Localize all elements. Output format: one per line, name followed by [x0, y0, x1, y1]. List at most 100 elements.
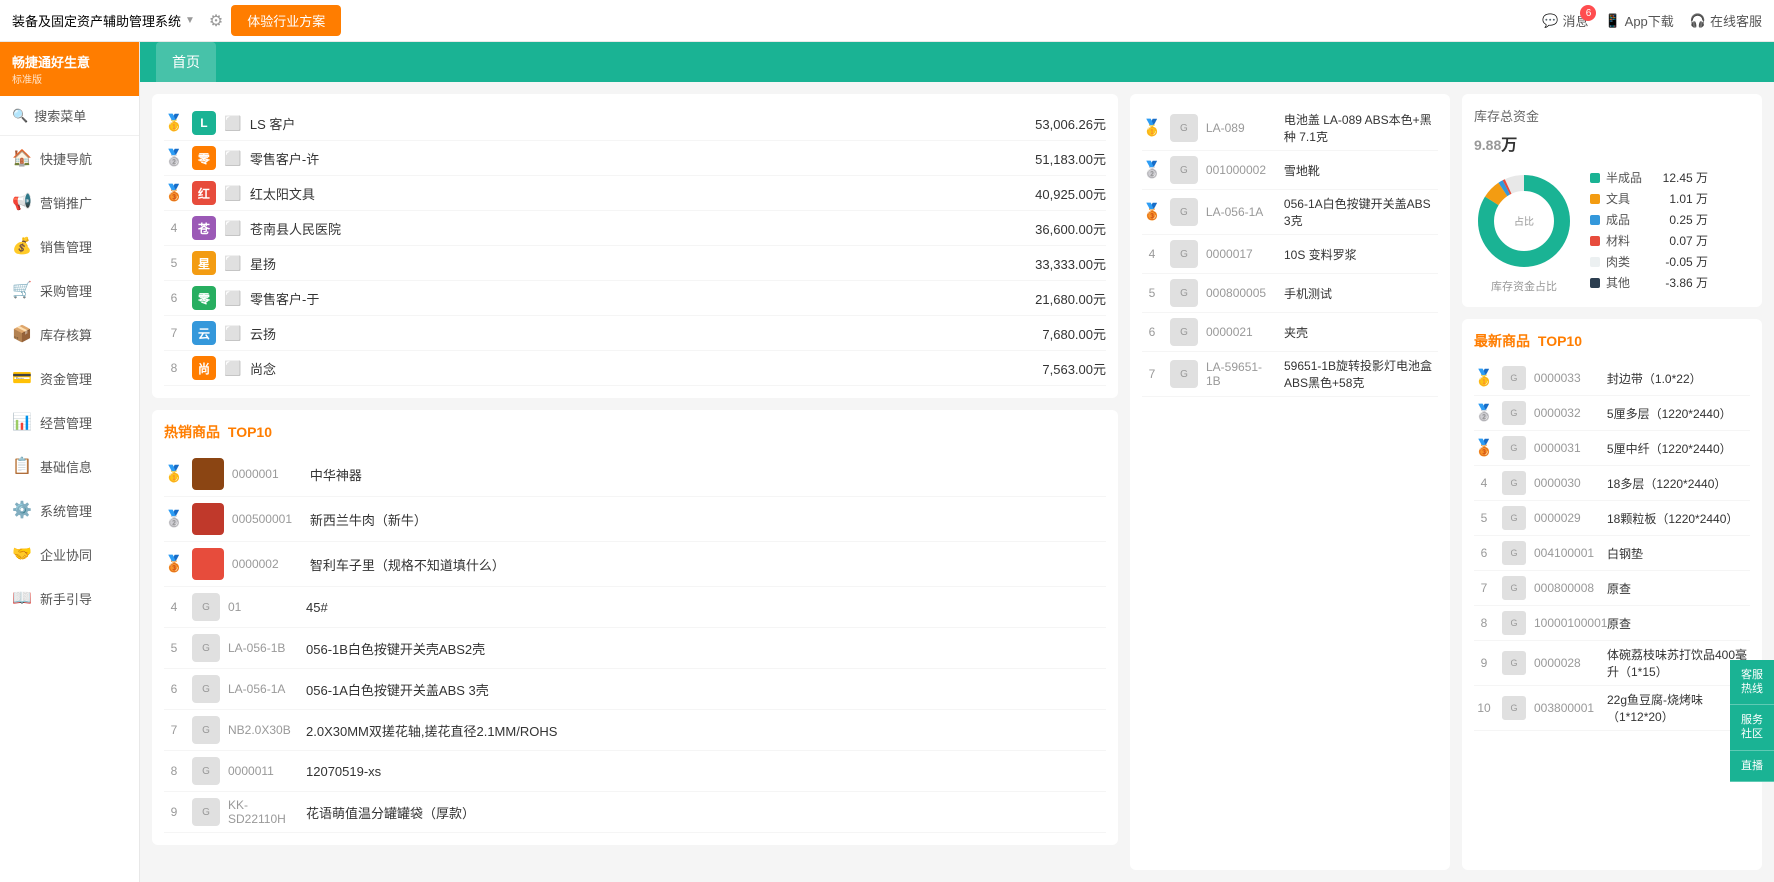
rank-name: 苍南县人民医院 — [250, 219, 1027, 238]
gear-icon[interactable]: ⚙ — [209, 11, 223, 31]
app-download-label: App下载 — [1625, 11, 1674, 30]
sidebar-item-2[interactable]: 💰 销售管理 — [0, 224, 139, 268]
system-title-dropdown[interactable]: 装备及固定资产辅助管理系统 ▼ — [12, 11, 195, 30]
rank-amount: 7,563.00元 — [1042, 359, 1106, 378]
dropdown-arrow-icon: ▼ — [185, 15, 195, 26]
main-nav: 首页 — [140, 42, 1774, 82]
newest-product-name: 18颗粒板（1220*2440） — [1607, 510, 1750, 527]
sidebar-item-6[interactable]: 📊经营管理 — [0, 400, 139, 444]
product-placeholder-icon: G — [192, 798, 220, 826]
legend-item: 其他 -3.86 万 — [1590, 274, 1708, 291]
list-item: 8 G 0000011 12070519-xs — [164, 751, 1106, 792]
list-item: 🥈 G 0000032 5厘多层（1220*2440） — [1474, 396, 1750, 431]
hot-product-code: NB2.0X30B — [228, 723, 298, 737]
sidebar-icon-5: 💳 — [12, 368, 32, 388]
sidebar-item-0[interactable]: 🏠快捷导航 — [0, 136, 139, 180]
hot-product-code: 0000011 — [228, 764, 298, 778]
prod-code: LA-59651-1B — [1206, 360, 1276, 388]
hot-products-table: 🥇 0000001 中华神器 🥈 000500001 新西兰牛肉（新牛） 🥉 0… — [164, 452, 1106, 833]
sidebar: 畅捷通好生意 标准版 🔍 搜索菜单 🏠快捷导航📢营销推广 💰 销售管理 🛒采购管理📦库… — [0, 42, 140, 882]
rank-badge: L — [192, 111, 216, 135]
rank-badge: 云 — [192, 321, 216, 345]
sidebar-item-8[interactable]: ⚙️系统管理 — [0, 488, 139, 532]
topbar: 装备及固定资产辅助管理系统 ▼ ⚙ 体验行业方案 💬 消息 6 📱 App下载 … — [0, 0, 1774, 42]
float-btn-0[interactable]: 客服热线 — [1730, 660, 1774, 706]
medal-silver-icon: 🥈 — [164, 509, 184, 529]
sidebar-item-5[interactable]: 💳资金管理 — [0, 356, 139, 400]
prod-name: 手机测试 — [1284, 285, 1438, 302]
rank-amount: 53,006.26元 — [1035, 114, 1106, 133]
message-icon: 💬 — [1542, 13, 1558, 29]
topbar-left: 装备及固定资产辅助管理系统 ▼ ⚙ 体验行业方案 — [12, 5, 1542, 36]
newest-rank-number: 6 — [1474, 546, 1494, 560]
product-placeholder-icon: G — [192, 593, 220, 621]
list-item: 7 G 000800008 原查 — [1474, 571, 1750, 606]
newest-product-icon: G — [1502, 611, 1526, 635]
sidebar-label-2: 销售管理 — [40, 237, 92, 256]
rank-badge: 零 — [192, 286, 216, 310]
online-service-btn[interactable]: 🎧 在线客服 — [1690, 11, 1762, 30]
product-image — [192, 458, 224, 490]
table-row: 🥉 G LA-056-1A 056-1A白色按键开关盖ABS 3克 — [1142, 190, 1438, 235]
table-row: 6 G 0000021 夹壳 — [1142, 313, 1438, 352]
sidebar-item-1[interactable]: 📢营销推广 — [0, 180, 139, 224]
hot-product-code: LA-056-1A — [228, 682, 298, 696]
hot-product-code: 0000001 — [232, 467, 302, 481]
newest-product-name: 封边带（1.0*22） — [1607, 370, 1750, 387]
rank-product-icon: ⬜ — [224, 325, 242, 342]
rank-number: 5 — [164, 256, 184, 270]
legend-label: 肉类 — [1606, 253, 1642, 270]
sidebar-items: 🏠快捷导航📢营销推广 💰 销售管理 🛒采购管理📦库存核算💳资金管理📊经营管理📋基础信息… — [0, 136, 139, 620]
rank-amount: 33,333.00元 — [1035, 254, 1106, 273]
sidebar-icon-2: 💰 — [12, 236, 32, 256]
newest-title: 最新商品 TOP10 — [1474, 331, 1750, 351]
float-btn-1[interactable]: 服务社区 — [1730, 705, 1774, 751]
sidebar-icon-8: ⚙️ — [12, 500, 32, 520]
newest-product-icon: G — [1502, 436, 1526, 460]
product-placeholder-icon: G — [192, 634, 220, 662]
inventory-title: 库存总资金 — [1474, 106, 1750, 125]
messages-badge-btn[interactable]: 💬 消息 6 — [1542, 11, 1588, 30]
list-item: 🥉 G 0000031 5厘中纤（1220*2440） — [1474, 431, 1750, 466]
sidebar-item-10[interactable]: 📖新手引导 — [0, 576, 139, 620]
search-menu-btn[interactable]: 🔍 搜索菜单 — [0, 96, 139, 136]
system-title: 装备及固定资产辅助管理系统 — [12, 11, 181, 30]
product-icon: G — [1170, 318, 1198, 346]
hot-products-title: 热销商品 TOP10 — [164, 422, 1106, 442]
sidebar-item-7[interactable]: 📋基础信息 — [0, 444, 139, 488]
rank-badge: 红 — [192, 181, 216, 205]
newest-product-name: 18多层（1220*2440） — [1607, 475, 1750, 492]
product-icon: G — [1170, 198, 1198, 226]
prod-code: LA-056-1A — [1206, 205, 1276, 219]
newest-product-name: 22g鱼豆腐-烧烤味（1*12*20） — [1607, 691, 1750, 725]
hot-product-code: LA-056-1B — [228, 641, 298, 655]
rank-product-icon: ⬜ — [224, 360, 242, 377]
prod-code: 0000021 — [1206, 325, 1276, 339]
prod-rank-table: 🥇 G LA-089 电池盖 LA-089 ABS本色+黑种 7.1克 🥈 G … — [1142, 106, 1438, 397]
table-row: 🥇 L ⬜ LS 客户 53,006.26元 — [164, 106, 1106, 141]
sidebar-item-3[interactable]: 🛒采购管理 — [0, 268, 139, 312]
trial-button[interactable]: 体验行业方案 — [231, 5, 341, 36]
prod-name: 10S 变料罗浆 — [1284, 246, 1438, 263]
hot-product-code: 01 — [228, 600, 298, 614]
newest-product-code: 0000030 — [1534, 476, 1599, 490]
newest-product-code: 0000033 — [1534, 371, 1599, 385]
sidebar-item-9[interactable]: 🤝企业协同 — [0, 532, 139, 576]
float-btn-2[interactable]: 直播 — [1730, 751, 1774, 782]
rank-product-icon: ⬜ — [224, 290, 242, 307]
logo-area: 畅捷通好生意 标准版 — [12, 52, 90, 86]
app-download-btn[interactable]: 📱 App下载 — [1604, 11, 1673, 30]
sidebar-item-4[interactable]: 📦库存核算 — [0, 312, 139, 356]
table-row: 8 尚 ⬜ 尚念 7,563.00元 — [164, 351, 1106, 386]
inventory-amount: 9.88万 — [1474, 129, 1750, 157]
product-image — [192, 548, 224, 580]
newest-product-name: 5厘中纤（1220*2440） — [1607, 440, 1750, 457]
hot-product-code: KK-SD22110H — [228, 798, 298, 826]
search-label: 搜索菜单 — [34, 106, 86, 125]
prod-name: 电池盖 LA-089 ABS本色+黑种 7.1克 — [1284, 111, 1438, 145]
home-tab[interactable]: 首页 — [156, 42, 216, 82]
hot-product-code: 0000002 — [232, 557, 302, 571]
legend-item: 文具 1.01 万 — [1590, 190, 1708, 207]
sidebar-label-3: 采购管理 — [40, 281, 92, 300]
medal-bronze-icon: 🥉 — [164, 554, 184, 574]
